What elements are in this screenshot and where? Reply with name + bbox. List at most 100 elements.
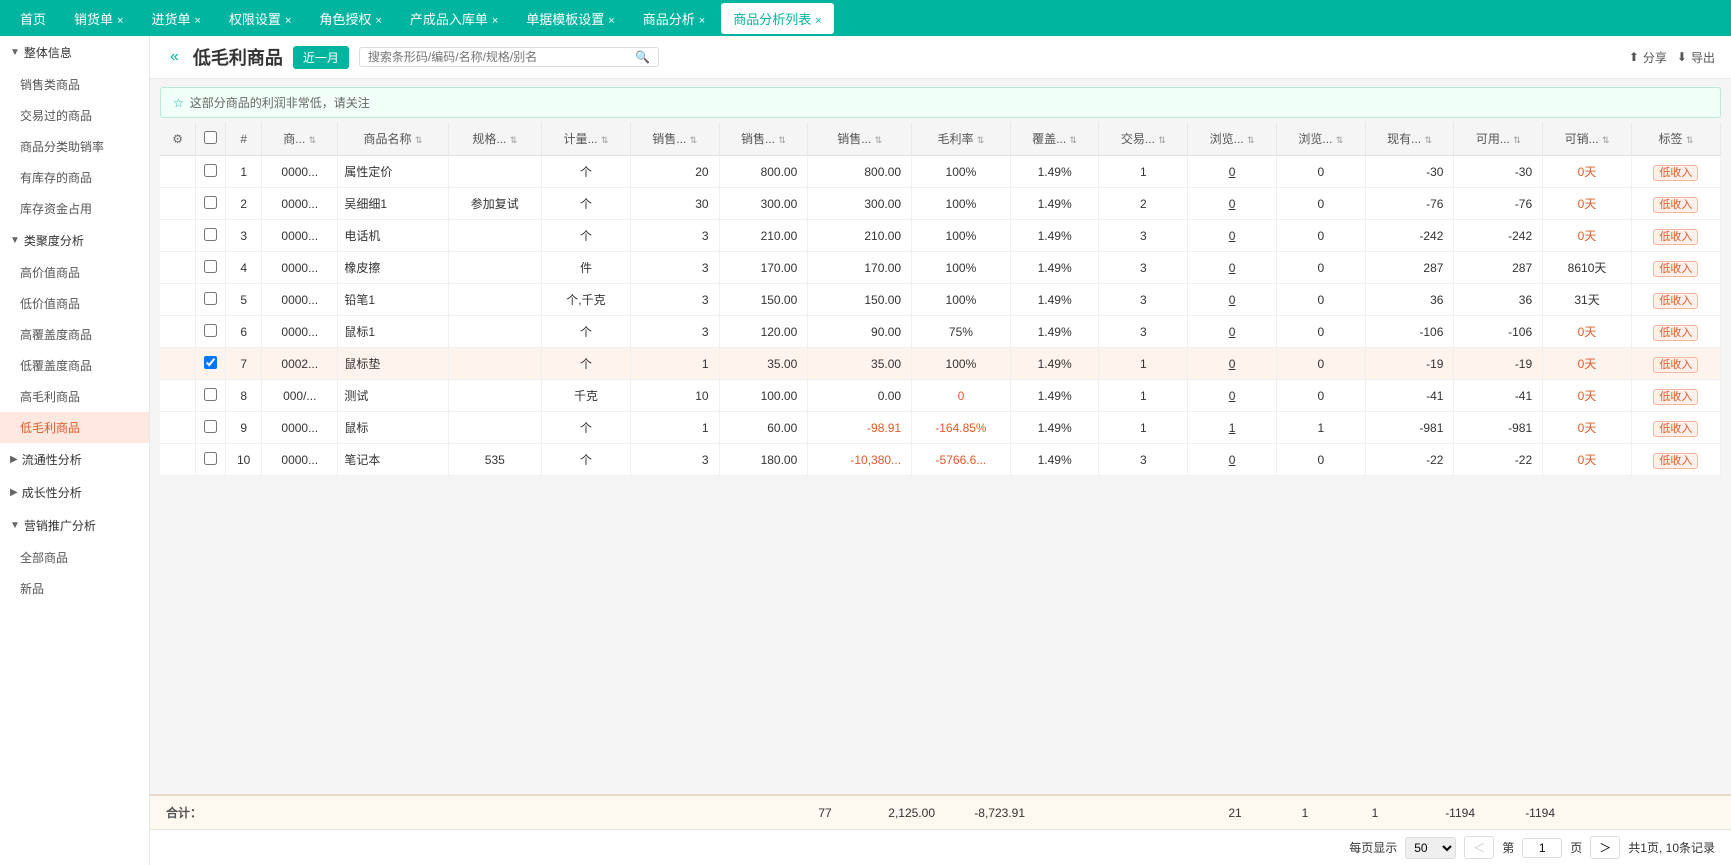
view1-link[interactable]: 0 xyxy=(1229,293,1236,307)
close-icon[interactable]: × xyxy=(815,15,821,27)
row-checkbox[interactable] xyxy=(204,260,217,273)
prev-page-button[interactable]: ＜ xyxy=(1464,836,1494,859)
select-all-checkbox[interactable] xyxy=(204,131,217,144)
view1-link[interactable]: 0 xyxy=(1229,357,1236,371)
close-icon[interactable]: × xyxy=(117,15,123,27)
nav-product-analysis[interactable]: 商品分析× xyxy=(631,3,717,34)
view2-column-header[interactable]: 浏览... ⇅ xyxy=(1276,122,1365,156)
row-checkbox-cell[interactable] xyxy=(196,156,226,188)
row-name[interactable]: 笔记本 xyxy=(338,444,448,476)
sidebar-item-low-coverage[interactable]: 低覆盖度商品 xyxy=(0,350,149,381)
row-name[interactable]: 测试 xyxy=(338,380,448,412)
trans-column-header[interactable]: 交易... ⇅ xyxy=(1099,122,1188,156)
row-view1[interactable]: 0 xyxy=(1188,156,1277,188)
sidebar-group-growth[interactable]: ▶ 成长性分析 xyxy=(0,476,149,509)
search-icon[interactable]: 🔍 xyxy=(635,50,650,64)
sidebar-item-low-value[interactable]: 低价值商品 xyxy=(0,288,149,319)
row-checkbox[interactable] xyxy=(204,388,217,401)
sidebar-toggle-button[interactable]: « xyxy=(166,44,183,70)
settings-column-header[interactable]: ⚙ xyxy=(160,122,196,156)
share-button[interactable]: ⬆ 分享 xyxy=(1629,49,1667,66)
row-name[interactable]: 鼠标1 xyxy=(338,316,448,348)
row-checkbox[interactable] xyxy=(204,228,217,241)
row-name[interactable]: 电话机 xyxy=(338,220,448,252)
sidebar-item-all-goods[interactable]: 全部商品 xyxy=(0,542,149,573)
nav-role[interactable]: 角色授权× xyxy=(307,3,393,34)
row-checkbox-cell[interactable] xyxy=(196,252,226,284)
view1-link[interactable]: 1 xyxy=(1229,421,1236,435)
close-icon[interactable]: × xyxy=(699,15,705,27)
view1-link[interactable]: 0 xyxy=(1229,453,1236,467)
name-column-header[interactable]: 商品名称 ⇅ xyxy=(338,122,448,156)
row-view1[interactable]: 0 xyxy=(1188,220,1277,252)
search-input[interactable] xyxy=(368,50,635,64)
sellable-column-header[interactable]: 可销... ⇅ xyxy=(1543,122,1632,156)
current-column-header[interactable]: 现有... ⇅ xyxy=(1365,122,1454,156)
select-all-header[interactable] xyxy=(196,122,226,156)
nav-home[interactable]: 首页 xyxy=(8,3,58,34)
row-checkbox-cell[interactable] xyxy=(196,188,226,220)
row-checkbox-cell[interactable] xyxy=(196,444,226,476)
row-name[interactable]: 鼠标 xyxy=(338,412,448,444)
sidebar-item-new-goods[interactable]: 新品 xyxy=(0,573,149,604)
sidebar-item-high-margin[interactable]: 高毛利商品 xyxy=(0,381,149,412)
row-checkbox-cell[interactable] xyxy=(196,380,226,412)
row-checkbox-cell[interactable] xyxy=(196,348,226,380)
sidebar-item-in-stock[interactable]: 有库存的商品 xyxy=(0,162,149,193)
time-filter-button[interactable]: 近一月 xyxy=(293,46,349,69)
sidebar-item-capital[interactable]: 库存资金占用 xyxy=(0,193,149,224)
row-view1[interactable]: 0 xyxy=(1188,284,1277,316)
nav-sales[interactable]: 销货单× xyxy=(62,3,135,34)
row-view1[interactable]: 0 xyxy=(1188,316,1277,348)
sidebar-group-circulation[interactable]: ▶ 流通性分析 xyxy=(0,443,149,476)
sales-profit-column-header[interactable]: 销售... ⇅ xyxy=(808,122,912,156)
close-icon[interactable]: × xyxy=(194,15,200,27)
nav-product-entry[interactable]: 产成品入库单× xyxy=(398,3,510,34)
unit-column-header[interactable]: 计量... ⇅ xyxy=(542,122,631,156)
sidebar-item-high-coverage[interactable]: 高覆盖度商品 xyxy=(0,319,149,350)
nav-purchase[interactable]: 进货单× xyxy=(139,3,212,34)
close-icon[interactable]: × xyxy=(492,15,498,27)
sales-qty-column-header[interactable]: 销售... ⇅ xyxy=(630,122,719,156)
row-checkbox[interactable] xyxy=(204,420,217,433)
row-name[interactable]: 橡皮擦 xyxy=(338,252,448,284)
page-size-select[interactable]: 50 100 200 xyxy=(1405,837,1456,859)
close-icon[interactable]: × xyxy=(285,15,291,27)
cover-rate-column-header[interactable]: 覆盖... ⇅ xyxy=(1010,122,1099,156)
next-page-button[interactable]: ＞ xyxy=(1590,836,1620,859)
view1-link[interactable]: 0 xyxy=(1229,229,1236,243)
row-name[interactable]: 属性定价 xyxy=(338,156,448,188)
sidebar-group-marketing[interactable]: ▼ 营销推广分析 xyxy=(0,509,149,542)
nav-template[interactable]: 单据模板设置× xyxy=(514,3,626,34)
close-icon[interactable]: × xyxy=(375,15,381,27)
sidebar-item-sales-goods[interactable]: 销售类商品 xyxy=(0,69,149,100)
view1-column-header[interactable]: 浏览... ⇅ xyxy=(1188,122,1277,156)
sidebar-group-overall[interactable]: ▼ 整体信息 xyxy=(0,36,149,69)
row-checkbox[interactable] xyxy=(204,452,217,465)
row-checkbox-cell[interactable] xyxy=(196,284,226,316)
row-view1[interactable]: 0 xyxy=(1188,252,1277,284)
profit-rate-column-header[interactable]: 毛利率 ⇅ xyxy=(912,122,1011,156)
row-name[interactable]: 铅笔1 xyxy=(338,284,448,316)
view1-link[interactable]: 0 xyxy=(1229,325,1236,339)
row-view1[interactable]: 0 xyxy=(1188,348,1277,380)
export-button[interactable]: ⬇ 导出 xyxy=(1677,49,1715,66)
row-view1[interactable]: 0 xyxy=(1188,444,1277,476)
row-name[interactable]: 吴细细1 xyxy=(338,188,448,220)
code-column-header[interactable]: 商... ⇅ xyxy=(262,122,338,156)
nav-permission[interactable]: 权限设置× xyxy=(217,3,303,34)
sidebar-item-high-value[interactable]: 高价值商品 xyxy=(0,257,149,288)
row-checkbox-cell[interactable] xyxy=(196,412,226,444)
row-view1[interactable]: 0 xyxy=(1188,380,1277,412)
available-column-header[interactable]: 可用... ⇅ xyxy=(1454,122,1543,156)
view1-link[interactable]: 0 xyxy=(1229,261,1236,275)
view1-link[interactable]: 0 xyxy=(1229,165,1236,179)
row-checkbox[interactable] xyxy=(204,196,217,209)
row-checkbox[interactable] xyxy=(204,356,217,369)
row-view1[interactable]: 0 xyxy=(1188,188,1277,220)
nav-product-analysis-list[interactable]: 商品分析列表× xyxy=(721,3,833,34)
page-number-input[interactable] xyxy=(1522,838,1562,858)
sidebar-group-cluster[interactable]: ▼ 类聚度分析 xyxy=(0,224,149,257)
close-icon[interactable]: × xyxy=(608,15,614,27)
row-name[interactable]: 鼠标垫 xyxy=(338,348,448,380)
